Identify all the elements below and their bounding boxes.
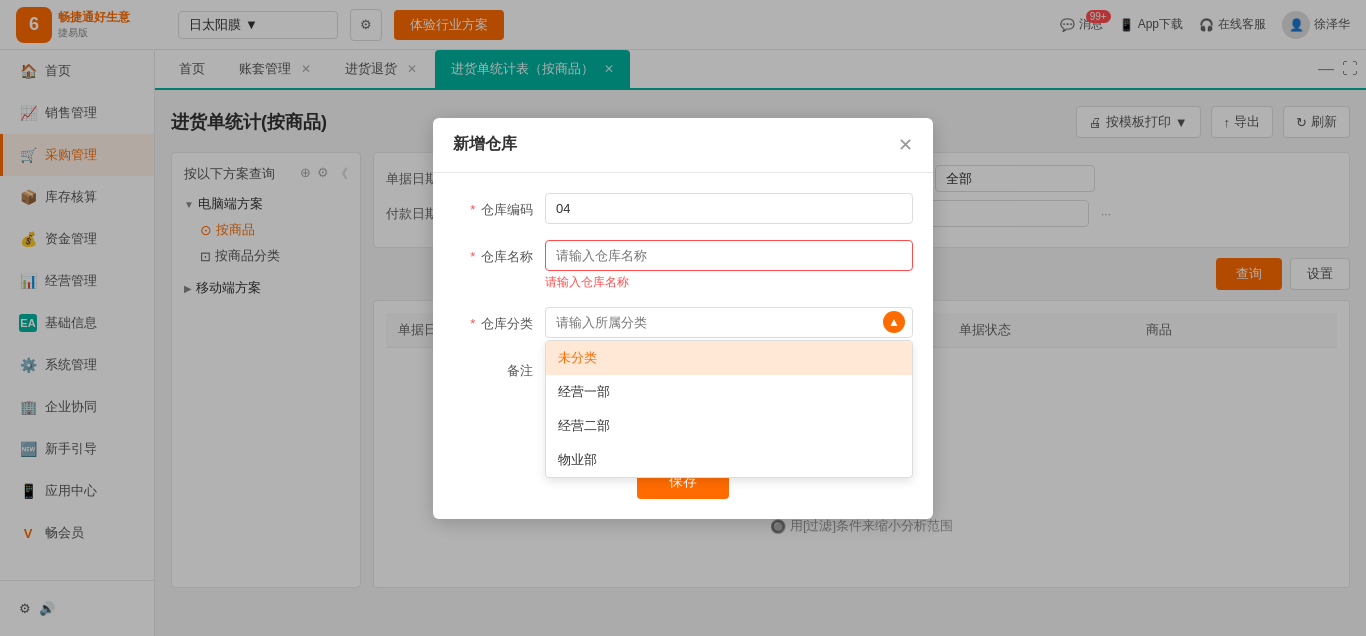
name-label: * 仓库名称 <box>453 240 533 266</box>
name-input[interactable] <box>545 240 913 271</box>
code-input[interactable] <box>545 193 913 224</box>
category-select-wrapper: ▲ <box>545 307 913 338</box>
name-error-msg: 请输入仓库名称 <box>545 274 913 291</box>
code-field <box>545 193 913 224</box>
form-row-name: * 仓库名称 请输入仓库名称 <box>453 240 913 291</box>
category-dropdown: 未分类 经营一部 经营二部 物业部 <box>545 340 913 478</box>
modal-body: * 仓库编码 * 仓库名称 请输入仓库名称 <box>433 173 933 453</box>
new-warehouse-modal: 新增仓库 ✕ * 仓库编码 * 仓库名称 <box>433 118 933 519</box>
category-toggle-btn[interactable]: ▲ <box>883 311 905 333</box>
category-field: ▲ 未分类 经营一部 经营二部 物业部 <box>545 307 913 338</box>
code-label: * 仓库编码 <box>453 193 533 219</box>
modal-overlay: 新增仓库 ✕ * 仓库编码 * 仓库名称 <box>0 0 1366 636</box>
category-label: * 仓库分类 <box>453 307 533 333</box>
form-row-category: * 仓库分类 ▲ 未分类 经营一部 经营二部 物业部 <box>453 307 913 338</box>
dropdown-item-dept2[interactable]: 经营二部 <box>546 409 912 443</box>
modal-close-button[interactable]: ✕ <box>898 134 913 156</box>
dropdown-item-dept1[interactable]: 经营一部 <box>546 375 912 409</box>
category-input[interactable] <box>545 307 913 338</box>
name-field: 请输入仓库名称 <box>545 240 913 291</box>
dropdown-item-uncategorized[interactable]: 未分类 <box>546 341 912 375</box>
note-label: 备注 <box>453 354 533 380</box>
dropdown-item-property[interactable]: 物业部 <box>546 443 912 477</box>
form-row-code: * 仓库编码 <box>453 193 913 224</box>
modal-title: 新增仓库 <box>453 134 517 155</box>
modal-header: 新增仓库 ✕ <box>433 118 933 173</box>
